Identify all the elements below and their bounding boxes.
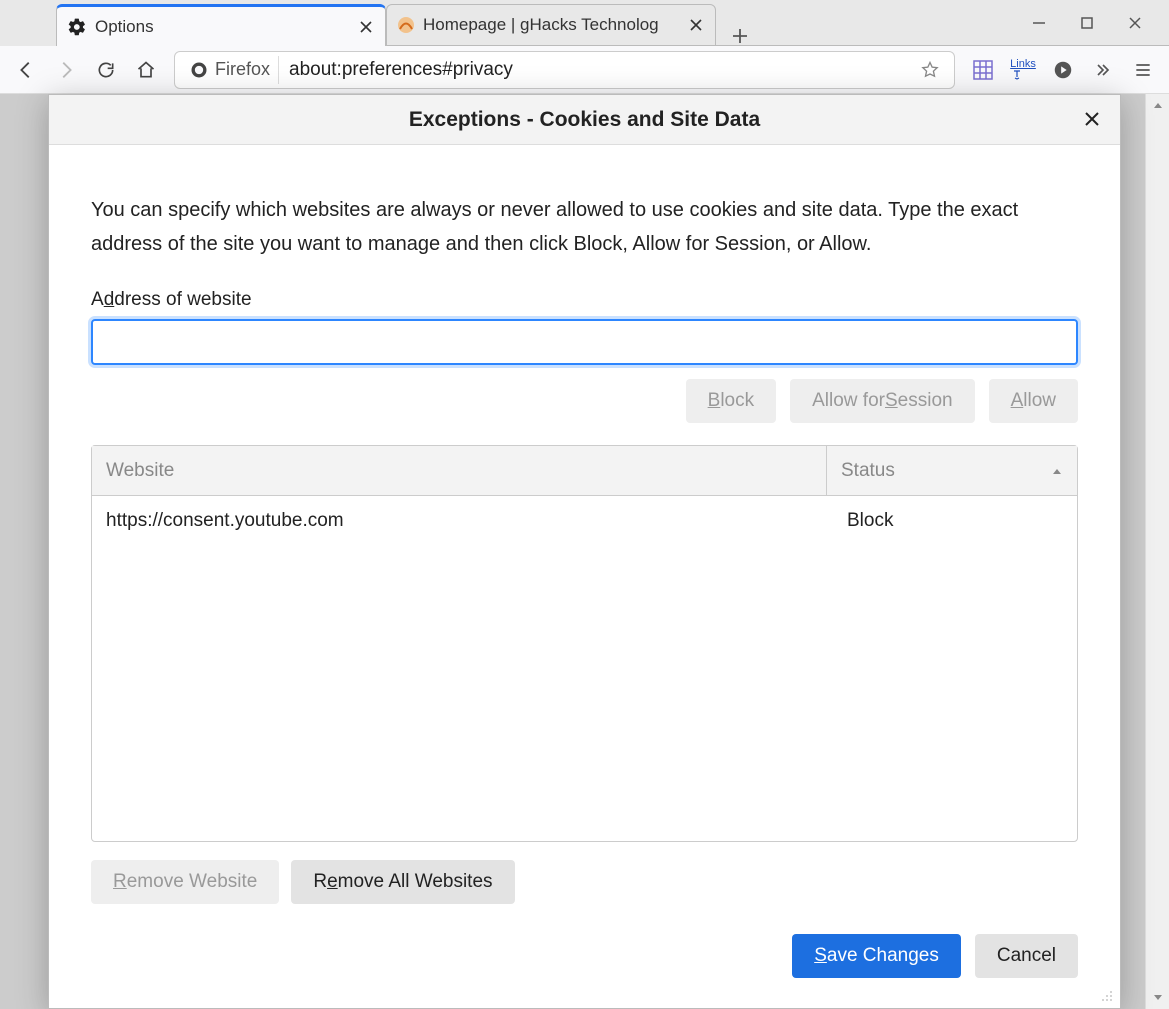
block-button[interactable]: Block (686, 379, 776, 423)
bookmark-star-icon[interactable] (912, 52, 948, 88)
url-bar[interactable]: Firefox (174, 51, 955, 89)
tab-options[interactable]: Options (56, 4, 386, 46)
tab-title: Options (95, 17, 349, 37)
site-favicon-icon (397, 16, 415, 34)
allow-session-button[interactable]: Allow for Session (790, 379, 974, 423)
col-status[interactable]: Status (827, 446, 1077, 495)
sort-asc-icon (1051, 465, 1063, 477)
address-label: Address of website (91, 289, 1078, 311)
url-input[interactable] (279, 59, 912, 81)
remove-all-button[interactable]: Remove All Websites (291, 860, 514, 904)
resize-grip-icon[interactable] (1100, 988, 1114, 1002)
overflow-button[interactable] (1085, 52, 1121, 88)
back-button[interactable] (8, 52, 44, 88)
maximize-button[interactable] (1077, 13, 1097, 33)
tab-title: Homepage | gHacks Technolog (423, 15, 679, 35)
identity-label: Firefox (215, 59, 270, 80)
dialog-title: Exceptions - Cookies and Site Data (409, 108, 760, 132)
table-header: Website Status (92, 446, 1077, 496)
tab-strip: Options Homepage | gHacks Technolog (0, 0, 1005, 46)
save-button[interactable]: Save Changes (792, 934, 961, 978)
reload-button[interactable] (88, 52, 124, 88)
table-row[interactable]: https://consent.youtube.com Block (92, 496, 1077, 546)
exceptions-table: Website Status https://consent.youtube.c… (91, 445, 1078, 842)
remove-website-button[interactable]: Remove Website (91, 860, 279, 904)
close-window-button[interactable] (1125, 13, 1145, 33)
content-area: Exceptions - Cookies and Site Data You c… (0, 94, 1169, 1009)
titlebar: Options Homepage | gHacks Technolog (0, 0, 1169, 46)
identity-box[interactable]: Firefox (181, 56, 279, 84)
tab-ghacks[interactable]: Homepage | gHacks Technolog (386, 4, 716, 46)
hamburger-menu-button[interactable] (1125, 52, 1161, 88)
permission-buttons: Block Allow for Session Allow (91, 379, 1078, 423)
window-controls (1005, 0, 1169, 46)
scrollbar[interactable] (1145, 94, 1169, 1009)
scroll-up-icon[interactable] (1146, 94, 1169, 118)
dialog-header: Exceptions - Cookies and Site Data (49, 95, 1120, 145)
dialog-description: You can specify which websites are alway… (91, 193, 1078, 261)
allow-button[interactable]: Allow (989, 379, 1078, 423)
cell-website: https://consent.youtube.com (92, 510, 827, 532)
scroll-down-icon[interactable] (1146, 985, 1169, 1009)
links-label: Links (1010, 58, 1036, 70)
dialog-body: You can specify which websites are alway… (49, 145, 1120, 1008)
gear-icon (67, 17, 87, 37)
col-website[interactable]: Website (92, 446, 827, 495)
dialog-footer: Save Changes Cancel (91, 934, 1078, 988)
links-extension-button[interactable]: Links (1005, 52, 1041, 88)
table-body: https://consent.youtube.com Block (92, 496, 1077, 841)
firefox-icon (189, 60, 209, 80)
dialog-close-button[interactable] (1078, 105, 1106, 133)
home-button[interactable] (128, 52, 164, 88)
cancel-button[interactable]: Cancel (975, 934, 1078, 978)
forward-button[interactable] (48, 52, 84, 88)
close-icon[interactable] (687, 16, 705, 34)
exceptions-dialog: Exceptions - Cookies and Site Data You c… (48, 94, 1121, 1009)
close-icon[interactable] (357, 18, 375, 36)
remove-actions: Remove Website Remove All Websites (91, 860, 1078, 904)
address-input[interactable] (91, 319, 1078, 365)
minimize-button[interactable] (1029, 13, 1049, 33)
play-extension-icon[interactable] (1045, 52, 1081, 88)
new-tab-button[interactable] (716, 27, 764, 46)
grid-extension-icon[interactable] (965, 52, 1001, 88)
navbar: Firefox Links (0, 46, 1169, 94)
cell-status: Block (827, 510, 1077, 532)
